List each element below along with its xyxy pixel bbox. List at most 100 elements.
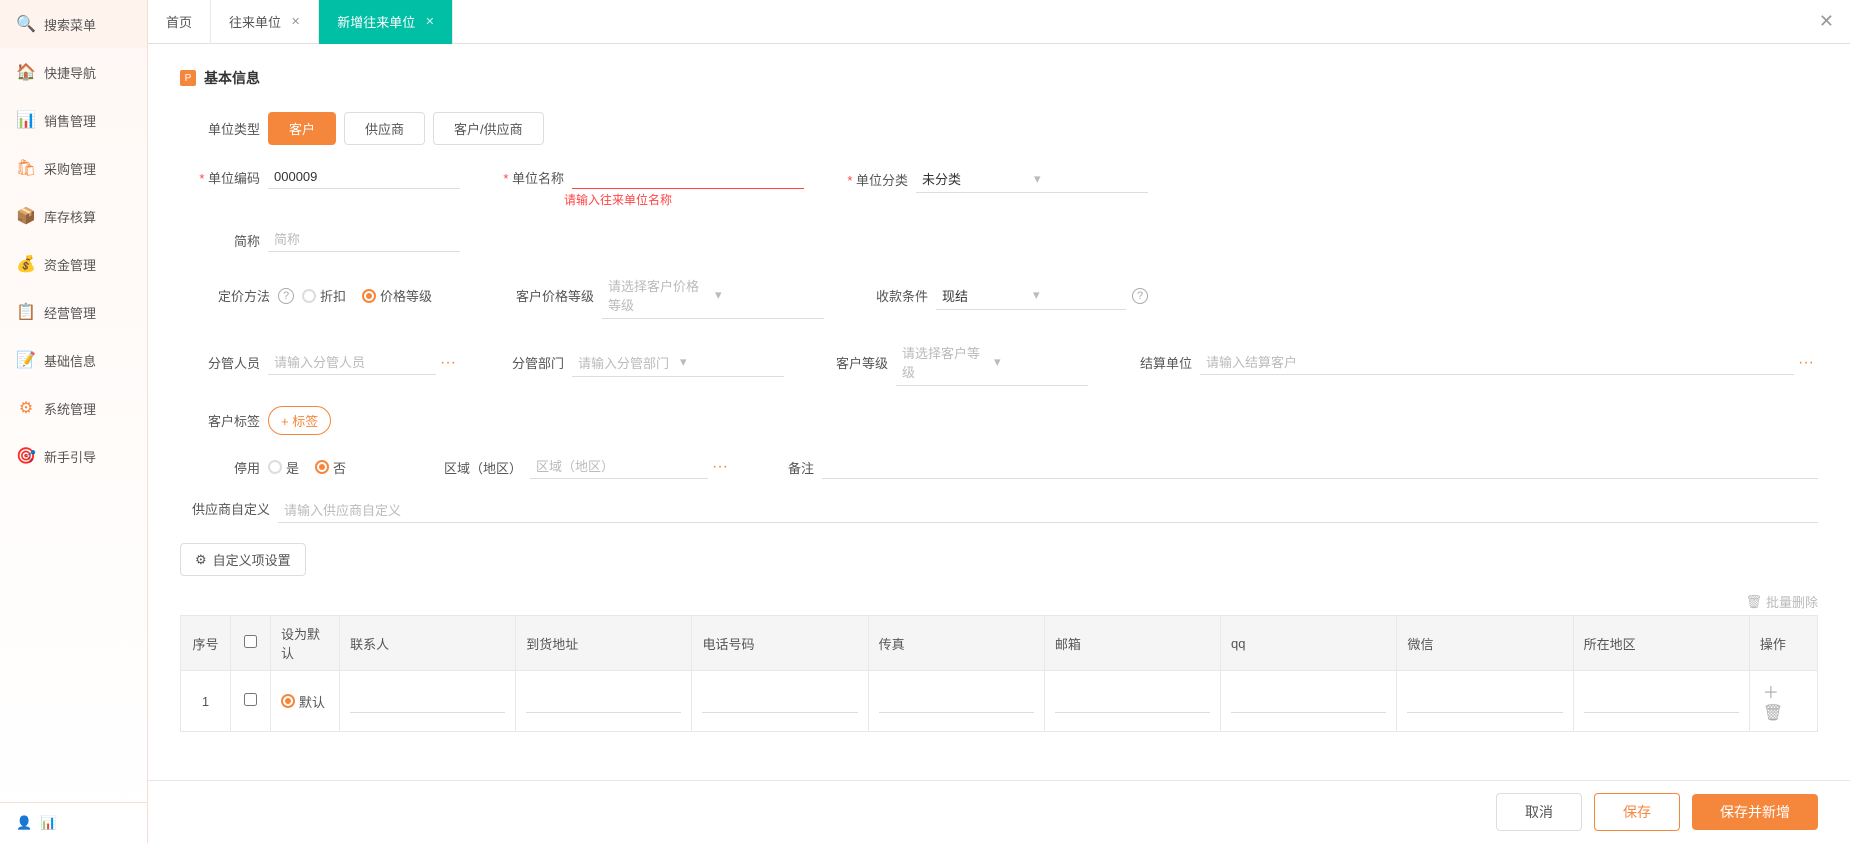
row-phone-input[interactable] [702,689,857,713]
row-fax-input[interactable] [879,689,1034,713]
abbr-label: 简称 [180,231,260,250]
payment-terms-label: 收款条件 [848,286,928,305]
unit-category-select[interactable]: 未分类 ▾ [916,165,1148,193]
row-contact-input[interactable] [350,689,505,713]
pricing-help-icon[interactable]: ? [278,288,294,304]
unit-name-input[interactable] [572,165,804,189]
home-icon: 🏠 [16,62,36,82]
sidebar-item-finance[interactable]: 💰 资金管理 [0,240,147,288]
disabled-field: 停用 是 否 [180,458,400,477]
row-qq-input[interactable] [1231,689,1386,713]
tabbar-close-all[interactable]: ✕ [1803,11,1850,32]
sidebar-item-operations[interactable]: 📋 经营管理 [0,288,147,336]
radio-yes-circle [268,460,282,474]
row-add-btn[interactable]: ＋ [1760,685,1782,702]
th-wechat: 微信 [1397,616,1573,671]
settlement-input[interactable] [1200,351,1794,375]
customer-price-level-field: 客户价格等级 请选择客户价格等级 ▾ [504,272,824,319]
customer-tag-label: 客户标签 [180,411,260,430]
batch-delete-label[interactable]: 批量删除 [1766,592,1818,611]
th-default: 设为默认 [271,616,340,671]
footer-bar: 取消 保存 保存并新增 [148,780,1850,843]
finance-icon: 💰 [16,254,36,274]
region-input[interactable] [530,455,708,479]
unit-code-input[interactable] [268,165,460,189]
department-select[interactable]: 请输入分管部门 ▾ [572,349,784,377]
select-all-checkbox[interactable] [244,635,257,648]
row-default-radio[interactable]: 默认 [281,692,329,711]
custom-settings-button[interactable]: ⚙ 自定义项设置 [180,543,306,576]
row-region-input[interactable] [1584,689,1739,713]
batch-delete-icon: 🗑 [1745,594,1762,610]
pricing-radio-level[interactable]: 价格等级 [362,286,432,305]
tab-partners-label: 往来单位 [229,12,281,31]
save-new-button[interactable]: 保存并新增 [1692,794,1818,830]
disabled-row: 停用 是 否 区域（地区） ··· [180,455,1818,479]
sidebar-item-label: 销售管理 [44,111,96,130]
radio-no-label: 否 [333,458,346,477]
cancel-button[interactable]: 取消 [1496,793,1582,831]
settlement-more-btn[interactable]: ··· [1794,354,1818,372]
save-button[interactable]: 保存 [1594,793,1680,831]
sidebar-item-quicknav[interactable]: 🏠 快捷导航 [0,48,147,96]
tab-home[interactable]: 首页 [148,0,211,44]
btn-both[interactable]: 客户/供应商 [433,112,544,145]
sidebar-item-sales[interactable]: 📊 销售管理 [0,96,147,144]
radio-level-circle [362,289,376,303]
custom-settings-area: ⚙ 自定义项设置 [180,543,1818,592]
abbr-input[interactable] [268,228,460,252]
sidebar-item-guide[interactable]: 🎯 新手引导 [0,432,147,480]
content-area: P 基本信息 单位类型 客户 供应商 客户/供应商 单位编码 单位名称 [148,44,1850,780]
tab-new-partner-close[interactable]: ✕ [425,15,434,28]
sidebar-item-purchase[interactable]: 🛍 采购管理 [0,144,147,192]
chevron-down-icon3: ▾ [1033,287,1120,303]
row-default-label: 默认 [299,692,325,711]
sidebar-item-system[interactable]: ⚙ 系统管理 [0,384,147,432]
sidebar-item-inventory[interactable]: 📦 库存核算 [0,192,147,240]
row-address-input[interactable] [526,689,681,713]
customer-level-select[interactable]: 请选择客户等级 ▾ [896,339,1088,386]
btn-supplier[interactable]: 供应商 [344,112,425,145]
row-email [1044,671,1220,732]
remark-input[interactable] [822,455,1818,479]
manager-label: 分管人员 [180,353,260,372]
row-qq [1221,671,1397,732]
sidebar-item-label: 快捷导航 [44,63,96,82]
sidebar-bottom: 👤 📊 [0,802,147,843]
tab-partners-close[interactable]: ✕ [291,15,300,28]
add-tag-button[interactable]: + 标签 [268,406,331,435]
settings-gear-icon: ⚙ [195,552,207,568]
unit-category-value: 未分类 [922,169,1030,188]
pricing-radio-discount[interactable]: 折扣 [302,286,346,305]
customer-price-level-label: 客户价格等级 [504,286,594,305]
payment-terms-select[interactable]: 现结 ▾ [936,282,1126,310]
table-row: 1 默认 [181,671,1818,732]
sidebar-item-search[interactable]: 🔍 搜索菜单 [0,0,147,48]
row-checkbox[interactable] [244,693,257,706]
tab-new-partner-label: 新增往来单位 [337,12,415,31]
sidebar-item-basic[interactable]: 📝 基础信息 [0,336,147,384]
manager-more-btn[interactable]: ··· [436,354,460,372]
stats-icon: 📊 [40,815,56,831]
region-more-btn[interactable]: ··· [708,458,732,476]
tab-new-partner[interactable]: 新增往来单位 ✕ [319,0,453,44]
tab-partners[interactable]: 往来单位 ✕ [211,0,319,44]
chevron-down-icon4: ▾ [680,354,778,370]
unit-code-field: 单位编码 [180,165,460,189]
row-email-input[interactable] [1055,689,1210,713]
disabled-no-radio[interactable]: 否 [315,458,346,477]
sidebar-item-label: 经营管理 [44,303,96,322]
row-wechat-input[interactable] [1407,689,1562,713]
manager-input[interactable] [268,351,436,375]
sidebar-item-label: 新手引导 [44,447,96,466]
row-fax [868,671,1044,732]
row-delete-btn[interactable]: 🗑 [1760,705,1786,722]
payment-help-icon[interactable]: ? [1132,288,1148,304]
guide-icon: 🎯 [16,446,36,466]
customer-price-level-select[interactable]: 请选择客户价格等级 ▾ [602,272,824,319]
btn-customer[interactable]: 客户 [268,112,336,145]
row-region [1573,671,1749,732]
basic-icon: 📝 [16,350,36,370]
disabled-yes-radio[interactable]: 是 [268,458,299,477]
supplier-custom-input[interactable] [278,499,1818,523]
